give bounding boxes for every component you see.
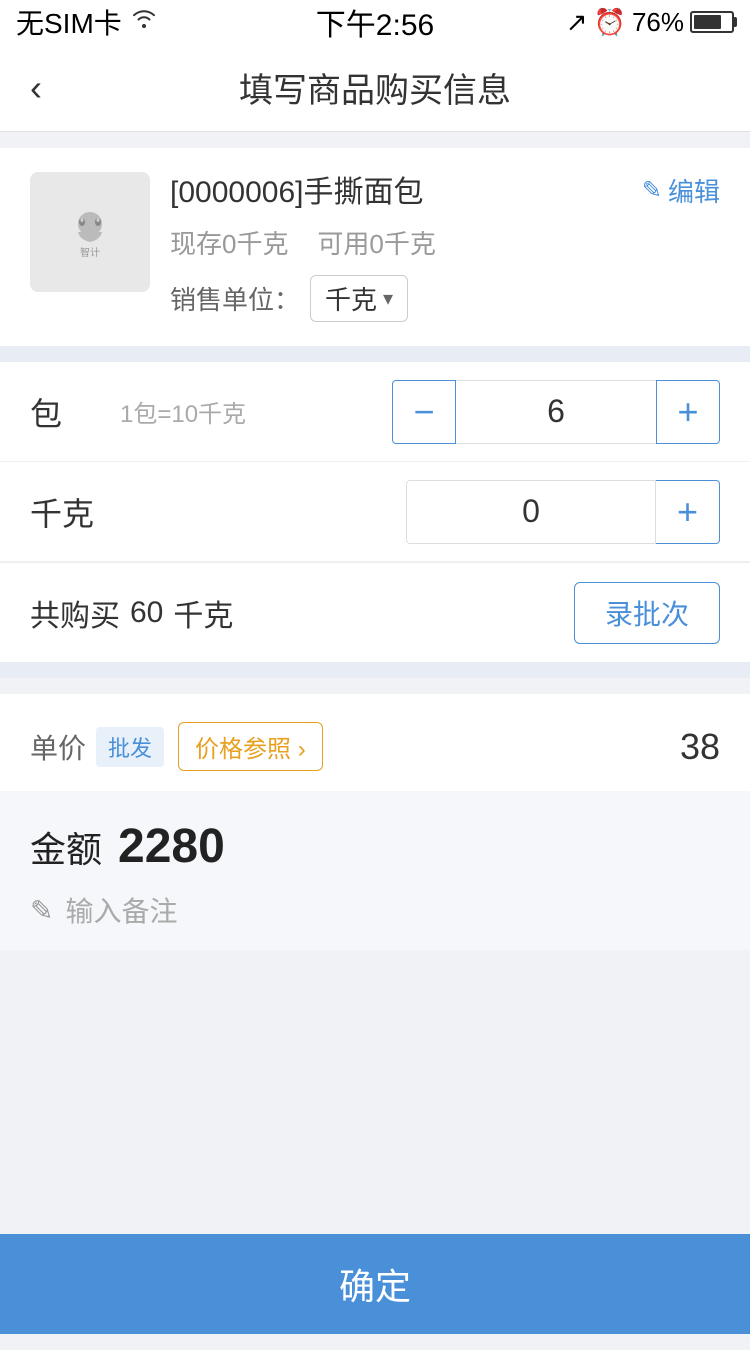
input-section: 包 1包=10千克 − + 千克 + 共购买 60 千克 录批次 <box>0 362 750 662</box>
total-unit: 千克 <box>173 591 233 635</box>
nav-bar: ‹ 填写商品购买信息 <box>0 44 750 132</box>
product-info: [0000006]手撕面包 ✎ 编辑 现存0千克 可用0千克 销售单位： 千克 … <box>170 172 720 322</box>
kg-quantity-input[interactable] <box>406 480 656 544</box>
price-value: 38 <box>680 726 720 768</box>
alarm-icon: ⏰ <box>594 7 626 38</box>
total-amount: 60 <box>130 596 163 630</box>
total-prefix: 共购买 <box>30 591 120 635</box>
unit-select[interactable]: 千克 ▾ <box>310 275 408 322</box>
package-stepper: − + <box>392 380 720 444</box>
empty-space <box>0 950 750 1250</box>
battery-percent: 76% <box>632 7 684 38</box>
product-card: 智计 [0000006]手撕面包 ✎ 编辑 现存0千克 可用0千克 销售单位： … <box>0 148 750 346</box>
kg-stepper: + <box>406 480 720 544</box>
product-name: [0000006]手撕面包 <box>170 172 423 214</box>
wifi-icon <box>130 8 158 36</box>
price-row: 单价 批发 价格参照 › 38 <box>30 722 720 771</box>
amount-label: 金额 <box>30 821 102 873</box>
batch-button[interactable]: 录批次 <box>574 582 720 644</box>
status-time: 下午2:56 <box>316 0 434 44</box>
section-divider-1 <box>0 346 750 362</box>
carrier-text: 无SIM卡 <box>16 2 122 42</box>
price-badge: 批发 <box>96 727 164 767</box>
status-left: 无SIM卡 <box>16 2 158 42</box>
remark-placeholder: 输入备注 <box>65 890 177 930</box>
amount-value: 2280 <box>118 819 225 874</box>
kg-plus-button[interactable]: + <box>656 480 720 544</box>
svg-text:智计: 智计 <box>80 246 100 259</box>
package-plus-button[interactable]: + <box>656 380 720 444</box>
chevron-down-icon: ▾ <box>383 286 393 311</box>
price-reference-button[interactable]: 价格参照 › <box>178 722 323 771</box>
unit-label: 销售单位： <box>170 280 300 317</box>
section-divider-2 <box>0 662 750 678</box>
pencil-icon: ✎ <box>30 894 53 927</box>
product-unit-row: 销售单位： 千克 ▾ <box>170 275 720 322</box>
battery-icon <box>690 11 734 33</box>
amount-row: 金额 2280 <box>30 819 720 874</box>
package-label: 包 <box>30 389 110 435</box>
total-row: 共购买 60 千克 录批次 <box>0 562 750 662</box>
edit-icon: ✎ <box>642 176 662 205</box>
status-bar: 无SIM卡 下午2:56 ↗ ⏰ 76% <box>0 0 750 44</box>
price-label: 单价 <box>30 727 86 767</box>
confirm-button[interactable]: 确定 <box>0 1234 750 1334</box>
product-image: 智计 <box>30 172 150 292</box>
package-minus-button[interactable]: − <box>392 380 456 444</box>
product-stock: 现存0千克 可用0千克 <box>170 224 720 261</box>
package-hint: 1包=10千克 <box>120 394 246 429</box>
package-quantity-input[interactable] <box>456 380 656 444</box>
status-right: ↗ ⏰ 76% <box>566 7 734 38</box>
remark-row[interactable]: ✎ 输入备注 <box>30 890 720 930</box>
edit-button[interactable]: ✎ 编辑 <box>642 172 720 209</box>
location-icon: ↗ <box>566 7 588 38</box>
package-input-row: 包 1包=10千克 − + <box>0 362 750 462</box>
kg-label: 千克 <box>30 489 110 535</box>
amount-section: 金额 2280 ✎ 输入备注 <box>0 791 750 950</box>
back-button[interactable]: ‹ <box>20 57 52 119</box>
product-logo-icon: 智计 <box>60 202 120 262</box>
price-section: 单价 批发 价格参照 › 38 <box>0 694 750 791</box>
page-title: 填写商品购买信息 <box>239 63 511 112</box>
kg-input-row: 千克 + <box>0 462 750 562</box>
